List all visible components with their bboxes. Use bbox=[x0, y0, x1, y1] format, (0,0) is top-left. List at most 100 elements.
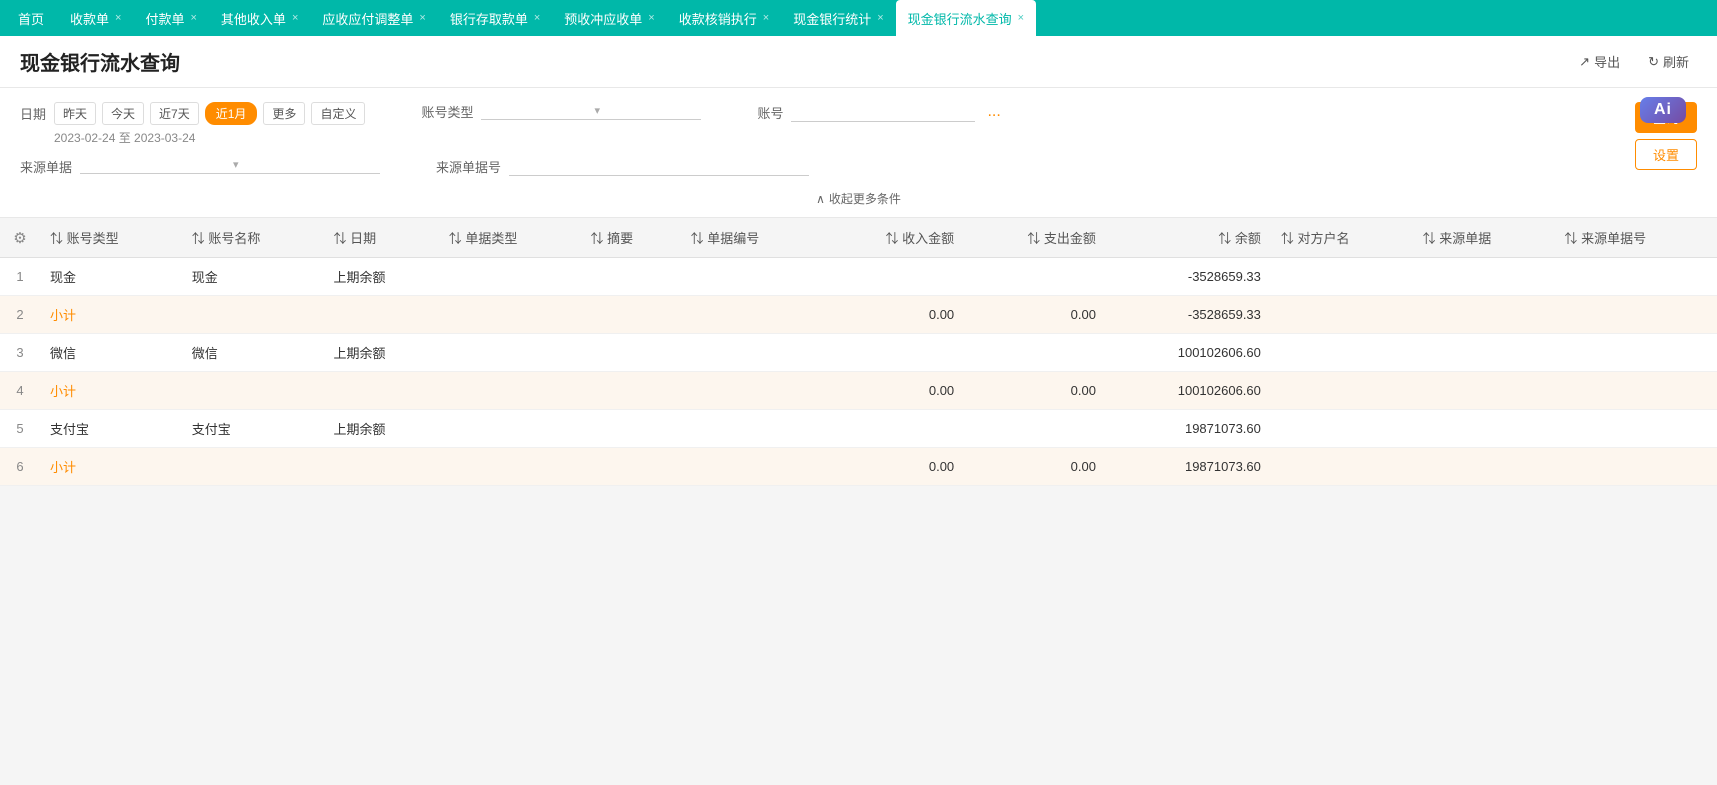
collapse-up-icon: ∧ bbox=[816, 192, 825, 206]
col-income[interactable]: ⇅ 收入金额 bbox=[822, 218, 964, 258]
gear-icon: ⚙ bbox=[13, 230, 26, 247]
date-btn-today[interactable]: 今天 bbox=[102, 102, 144, 125]
nav-tab-1[interactable]: 付款单 × bbox=[133, 0, 208, 36]
ai-badge[interactable]: Ai bbox=[1640, 97, 1686, 123]
close-tab-7-icon[interactable]: × bbox=[877, 12, 883, 24]
td-doc-type bbox=[439, 296, 581, 334]
nav-tab-6[interactable]: 收款核销执行 × bbox=[667, 0, 781, 36]
date-filter-row: 日期 昨天 今天 近7天 近1月 更多 自定义 bbox=[20, 102, 365, 125]
close-tab-8-icon[interactable]: × bbox=[1018, 12, 1024, 24]
col-account-type[interactable]: ⇅ 账号类型 bbox=[40, 218, 182, 258]
refresh-button[interactable]: ↻ 刷新 bbox=[1640, 48, 1697, 75]
filter-row-top: 日期 昨天 今天 近7天 近1月 更多 自定义 2023-02-24 至 202… bbox=[20, 102, 1697, 186]
close-tab-6-icon[interactable]: × bbox=[763, 12, 769, 24]
collapse-bar[interactable]: ∧ 收起更多条件 bbox=[20, 186, 1697, 207]
table-row[interactable]: 5支付宝支付宝上期余额19871073.60 bbox=[0, 410, 1717, 448]
td-source-doc bbox=[1413, 448, 1555, 486]
nav-tab-4[interactable]: 银行存取款单 × bbox=[438, 0, 552, 36]
date-btn-1month[interactable]: 近1月 bbox=[205, 102, 258, 125]
table-row[interactable]: 2小计0.000.00-3528659.33 bbox=[0, 296, 1717, 334]
table-header: ⚙ ⇅ 账号类型 ⇅ 账号名称 ⇅ 日期 ⇅ 单据类型 ⇅ 摘要 ⇅ 单据编号 … bbox=[0, 218, 1717, 258]
col-expense[interactable]: ⇅ 支出金额 bbox=[964, 218, 1106, 258]
td-summary bbox=[580, 448, 680, 486]
source-doc-label: 来源单据 bbox=[20, 157, 72, 176]
td-balance: 19871073.60 bbox=[1106, 448, 1271, 486]
table-row[interactable]: 4小计0.000.00100102606.60 bbox=[0, 372, 1717, 410]
col-balance[interactable]: ⇅ 余额 bbox=[1106, 218, 1271, 258]
date-btn-more[interactable]: 更多 bbox=[263, 102, 305, 125]
date-btn-yesterday[interactable]: 昨天 bbox=[54, 102, 96, 125]
col-source-doc[interactable]: ⇅ 来源单据 bbox=[1413, 218, 1555, 258]
td-seq: 3 bbox=[0, 334, 40, 372]
td-account-type: 微信 bbox=[40, 334, 182, 372]
date-btn-custom[interactable]: 自定义 bbox=[311, 102, 365, 125]
td-seq: 5 bbox=[0, 410, 40, 448]
col-gear[interactable]: ⚙ bbox=[0, 218, 40, 258]
td-expense bbox=[964, 334, 1106, 372]
nav-tab-0[interactable]: 收款单 × bbox=[58, 0, 133, 36]
date-range-text: 2023-02-24 至 2023-03-24 bbox=[54, 131, 195, 145]
col-date[interactable]: ⇅ 日期 bbox=[324, 218, 439, 258]
close-tab-3-icon[interactable]: × bbox=[419, 12, 425, 24]
account-type-group: 账号类型 ▾ bbox=[421, 102, 701, 121]
close-tab-4-icon[interactable]: × bbox=[534, 12, 540, 24]
date-btn-7days[interactable]: 近7天 bbox=[150, 102, 199, 125]
td-income bbox=[822, 334, 964, 372]
account-dots-button[interactable]: ... bbox=[983, 103, 1004, 121]
close-tab-0-icon[interactable]: × bbox=[115, 12, 121, 24]
td-summary bbox=[580, 334, 680, 372]
td-date: 上期余额 bbox=[324, 410, 439, 448]
td-source-doc-no bbox=[1554, 372, 1717, 410]
td-source-doc bbox=[1413, 258, 1555, 296]
td-account-name bbox=[182, 372, 324, 410]
col-counterpart[interactable]: ⇅ 对方户名 bbox=[1271, 218, 1413, 258]
td-summary bbox=[580, 296, 680, 334]
td-source-doc-no bbox=[1554, 448, 1717, 486]
td-account-type: 小计 bbox=[40, 372, 182, 410]
td-seq: 1 bbox=[0, 258, 40, 296]
td-date bbox=[324, 448, 439, 486]
td-counterpart bbox=[1271, 258, 1413, 296]
td-account-type: 现金 bbox=[40, 258, 182, 296]
nav-tab-3[interactable]: 应收应付调整单 × bbox=[310, 0, 437, 36]
table-row[interactable]: 3微信微信上期余额100102606.60 bbox=[0, 334, 1717, 372]
td-source-doc bbox=[1413, 372, 1555, 410]
nav-tab-5[interactable]: 预收冲应收单 × bbox=[552, 0, 666, 36]
table-row[interactable]: 6小计0.000.0019871073.60 bbox=[0, 448, 1717, 486]
col-summary[interactable]: ⇅ 摘要 bbox=[580, 218, 680, 258]
source-doc-select[interactable]: ▾ bbox=[80, 158, 380, 174]
td-summary bbox=[580, 258, 680, 296]
td-counterpart bbox=[1271, 410, 1413, 448]
td-doc-no bbox=[681, 296, 823, 334]
td-income: 0.00 bbox=[822, 448, 964, 486]
account-type-select[interactable]: ▾ bbox=[481, 104, 701, 120]
td-counterpart bbox=[1271, 448, 1413, 486]
account-input[interactable] bbox=[791, 102, 975, 122]
nav-tab-7[interactable]: 现金银行统计 × bbox=[781, 0, 895, 36]
nav-tab-8[interactable]: 现金银行流水查询 × bbox=[896, 0, 1036, 36]
col-source-doc-no[interactable]: ⇅ 来源单据号 bbox=[1554, 218, 1717, 258]
nav-tab-2[interactable]: 其他收入单 × bbox=[209, 0, 310, 36]
td-account-name bbox=[182, 296, 324, 334]
td-income bbox=[822, 410, 964, 448]
td-doc-no bbox=[681, 258, 823, 296]
col-account-name[interactable]: ⇅ 账号名称 bbox=[182, 218, 324, 258]
table-row[interactable]: 1现金现金上期余额-3528659.33 bbox=[0, 258, 1717, 296]
td-account-type: 小计 bbox=[40, 296, 182, 334]
source-doc-arrow-icon: ▾ bbox=[233, 158, 380, 171]
top-nav: 首页 收款单 × 付款单 × 其他收入单 × 应收应付调整单 × 银行存取款单 … bbox=[0, 0, 1717, 36]
close-tab-1-icon[interactable]: × bbox=[190, 12, 196, 24]
close-tab-2-icon[interactable]: × bbox=[292, 12, 298, 24]
td-expense: 0.00 bbox=[964, 448, 1106, 486]
source-doc-no-input[interactable] bbox=[509, 156, 809, 176]
td-seq: 4 bbox=[0, 372, 40, 410]
col-doc-no[interactable]: ⇅ 单据编号 bbox=[681, 218, 823, 258]
td-summary bbox=[580, 410, 680, 448]
col-doc-type[interactable]: ⇅ 单据类型 bbox=[439, 218, 581, 258]
export-button[interactable]: ↗ 导出 bbox=[1571, 48, 1628, 75]
td-doc-type bbox=[439, 372, 581, 410]
td-doc-type bbox=[439, 258, 581, 296]
nav-home[interactable]: 首页 bbox=[4, 0, 58, 36]
settings-button[interactable]: 设置 bbox=[1635, 139, 1697, 170]
close-tab-5-icon[interactable]: × bbox=[648, 12, 654, 24]
